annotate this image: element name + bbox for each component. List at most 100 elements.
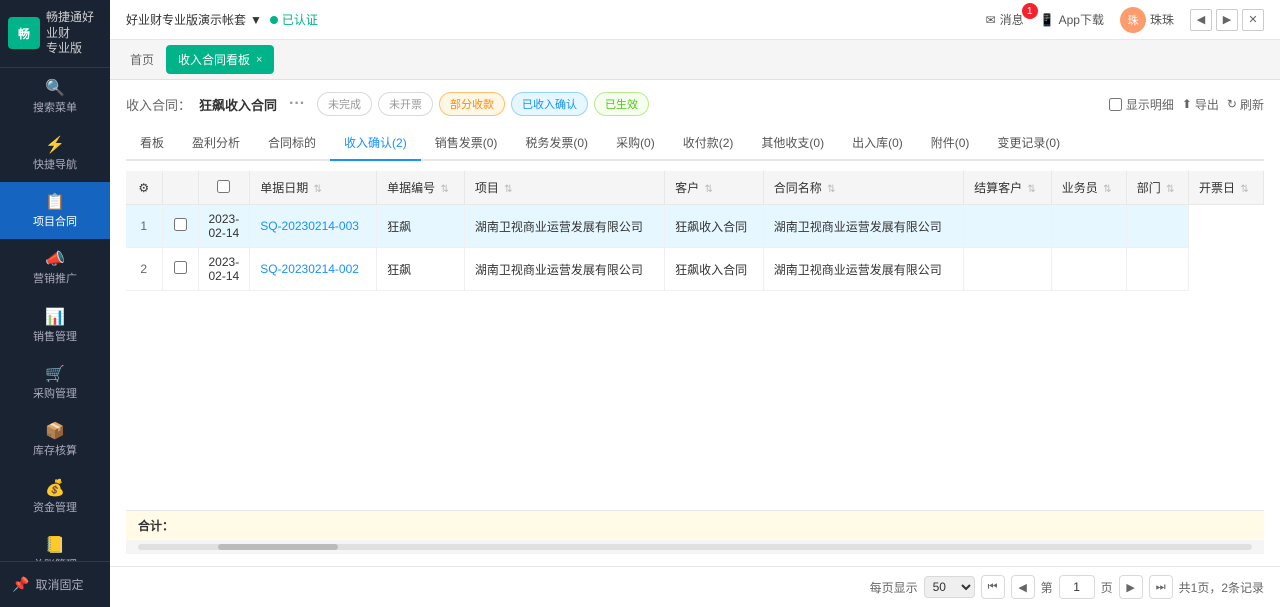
row-1-date: 2023-02-14	[198, 205, 250, 248]
horizontal-scrollbar[interactable]	[126, 540, 1264, 554]
app-download-button[interactable]: 📱 App下载	[1040, 11, 1104, 28]
sidebar-item-sales[interactable]: 📊 销售管理	[0, 297, 110, 354]
tab-sales-invoice[interactable]: 销售发票(0)	[421, 126, 512, 161]
tab-change-log[interactable]: 变更记录(0)	[983, 126, 1074, 161]
row-1-settlement: 湖南卫视商业运营发展有限公司	[763, 205, 963, 248]
row-2-date: 2023-02-14	[198, 248, 250, 291]
unpin-button[interactable]: 📌 取消固定	[4, 570, 106, 599]
show-detail-checkbox[interactable]	[1109, 98, 1122, 111]
company-arrow-icon: ▼	[250, 13, 262, 27]
tab-profit[interactable]: 盈利分析	[178, 126, 254, 161]
per-page-select[interactable]: 50 100 200	[924, 576, 975, 598]
date-sort-icon: ⇅	[314, 184, 322, 195]
row-1-checkbox[interactable]	[174, 218, 187, 231]
company-selector[interactable]: 好业财专业版演示帐套 ▼	[126, 11, 262, 28]
export-button[interactable]: ⬆ 导出	[1182, 96, 1219, 113]
department-sort-icon: ⇅	[1166, 184, 1174, 195]
status-partial-received[interactable]: 部分收款	[439, 92, 505, 116]
certified-badge: 已认证	[270, 11, 318, 28]
table-header-row: ⚙ 单据日期 ⇅ 单据编号 ⇅ 项目 ⇅ 客户 ⇅ 合同名称 ⇅ 结算客户 ⇅ …	[126, 171, 1264, 205]
select-all-checkbox[interactable]	[217, 180, 230, 193]
export-icon: ⬆	[1182, 97, 1192, 111]
row-2-order-no[interactable]: SQ-20230214-002	[250, 248, 377, 291]
sidebar-item-funds[interactable]: 💰 资金管理	[0, 468, 110, 525]
header-nav-arrows: ◀ ▶ ✕	[1190, 9, 1264, 31]
sidebar-item-search[interactable]: 🔍 搜索菜单	[0, 68, 110, 125]
user-menu[interactable]: 珠 珠珠	[1120, 7, 1174, 33]
next-page-button[interactable]: ▶	[1119, 575, 1143, 599]
tab-overview[interactable]: 看板	[126, 126, 178, 161]
page-number-input[interactable]	[1059, 575, 1095, 599]
status-confirmed[interactable]: 已收入确认	[511, 92, 588, 116]
show-detail-checkbox-label[interactable]: 显示明细	[1109, 96, 1174, 113]
home-tab[interactable]: 首页	[122, 51, 162, 68]
customer-col-header[interactable]: 客户 ⇅	[665, 171, 764, 205]
table-footer: 合计：	[126, 510, 1264, 540]
department-col-header[interactable]: 部门 ⇅	[1126, 171, 1188, 205]
messages-button[interactable]: ✉ 消息 1	[986, 11, 1024, 28]
app-download-label: App下载	[1059, 11, 1104, 28]
row-2-check[interactable]	[162, 248, 198, 291]
first-page-button[interactable]: ⏮	[981, 575, 1005, 599]
row-1-order-no[interactable]: SQ-20230214-003	[250, 205, 377, 248]
table-row[interactable]: 1 2023-02-14 SQ-20230214-003 狂飙 湖南卫视商业运营…	[126, 205, 1264, 248]
quick-nav-icon: ⚡	[45, 135, 65, 155]
tab-contract-standard[interactable]: 合同标的	[254, 126, 330, 161]
nav-prev-button[interactable]: ◀	[1190, 9, 1212, 31]
funds-icon: 💰	[45, 478, 65, 498]
app-download-icon: 📱	[1040, 13, 1055, 27]
refresh-button[interactable]: ↻ 刷新	[1227, 96, 1264, 113]
status-active[interactable]: 已生效	[594, 92, 649, 116]
last-page-button[interactable]: ⏭	[1149, 575, 1173, 599]
unpin-label: 取消固定	[35, 576, 83, 593]
tab-purchase[interactable]: 采购(0)	[602, 126, 669, 161]
tab-in-out[interactable]: 出入库(0)	[838, 126, 917, 161]
row-2-order-link[interactable]: SQ-20230214-002	[260, 262, 359, 276]
row-2-checkbox[interactable]	[174, 261, 187, 274]
nav-next-button[interactable]: ▶	[1216, 9, 1238, 31]
sidebar-item-general-ledger[interactable]: 📒 总账管理	[0, 525, 110, 561]
settlement-col-header[interactable]: 结算客户 ⇅	[964, 171, 1052, 205]
project-col-header[interactable]: 项目 ⇅	[464, 171, 664, 205]
sub-tabs: 看板 盈利分析 合同标的 收入确认(2) 销售发票(0) 税务发票(0) 采购(…	[126, 126, 1264, 161]
income-contract-tab[interactable]: 收入合同看板 ×	[166, 45, 274, 74]
status-not-complete[interactable]: 未完成	[317, 92, 372, 116]
contract-name-col-header[interactable]: 合同名称 ⇅	[763, 171, 963, 205]
prev-page-button[interactable]: ◀	[1011, 575, 1035, 599]
salesperson-col-header[interactable]: 业务员 ⇅	[1051, 171, 1126, 205]
row-1-order-link[interactable]: SQ-20230214-003	[260, 219, 359, 233]
sidebar-item-marketing[interactable]: 📣 营销推广	[0, 239, 110, 296]
total-info: 共1页，2条记录	[1179, 579, 1264, 596]
tab-payment[interactable]: 收付款(2)	[669, 126, 748, 161]
row-2-customer: 湖南卫视商业运营发展有限公司	[464, 248, 664, 291]
order-no-sort-icon: ⇅	[440, 184, 448, 195]
tab-income-confirm[interactable]: 收入确认(2)	[330, 126, 421, 161]
sidebar-item-project-contract[interactable]: 📋 项目合同	[0, 182, 110, 239]
nav-close-button[interactable]: ✕	[1242, 9, 1264, 31]
date-col-header[interactable]: 单据日期 ⇅	[250, 171, 377, 205]
scrollbar-track[interactable]	[138, 544, 1252, 550]
right-actions: 显示明细 ⬆ 导出 ↻ 刷新	[1109, 96, 1264, 113]
search-icon: 🔍	[45, 78, 65, 98]
customer-sort-icon: ⇅	[705, 184, 713, 195]
sidebar-item-procurement[interactable]: 🛒 采购管理	[0, 354, 110, 411]
row-1-check[interactable]	[162, 205, 198, 248]
row-1-open-date	[1126, 205, 1188, 248]
row-1-contract-name: 狂飙收入合同	[665, 205, 764, 248]
table-row[interactable]: 2 2023-02-14 SQ-20230214-002 狂飙 湖南卫视商业运营…	[126, 248, 1264, 291]
open-date-col-header[interactable]: 开票日 ⇅	[1188, 171, 1263, 205]
tab-tax-invoice[interactable]: 税务发票(0)	[511, 126, 602, 161]
message-badge: 1	[1022, 3, 1038, 19]
order-no-col-header[interactable]: 单据编号 ⇅	[377, 171, 465, 205]
sidebar-item-quick-nav[interactable]: ⚡ 快捷导航	[0, 125, 110, 182]
tab-attachments[interactable]: 附件(0)	[917, 126, 984, 161]
inventory-icon: 📦	[45, 421, 65, 441]
row-2-num: 2	[126, 248, 162, 291]
tab-other-income[interactable]: 其他收支(0)	[747, 126, 838, 161]
settings-col-header[interactable]: ⚙	[126, 171, 162, 205]
more-options-button[interactable]: ···	[289, 95, 305, 113]
status-not-invoiced[interactable]: 未开票	[378, 92, 433, 116]
sidebar-item-inventory[interactable]: 📦 库存核算	[0, 411, 110, 468]
tab-close-icon[interactable]: ×	[256, 54, 262, 66]
scrollbar-thumb[interactable]	[218, 544, 338, 550]
